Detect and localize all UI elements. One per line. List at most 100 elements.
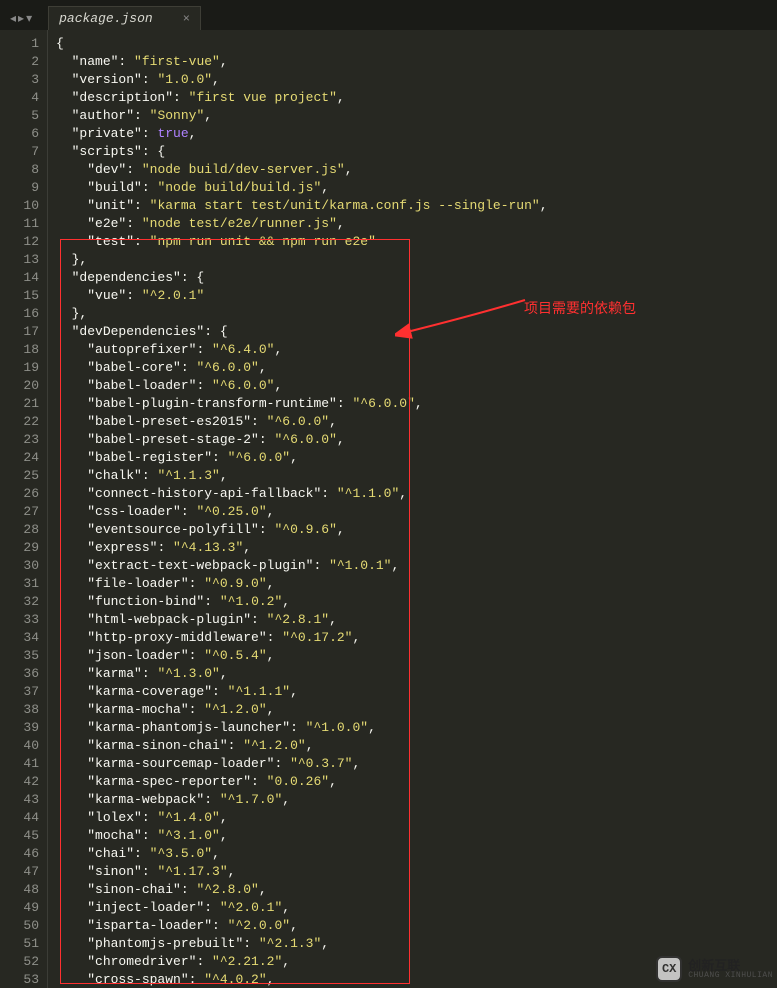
line-number: 31 [0,575,39,593]
line-number: 41 [0,755,39,773]
code-line[interactable]: "vue": "^2.0.1" [56,287,548,305]
watermark-cn: 创新互联 [688,959,773,972]
code-line[interactable]: "isparta-loader": "^2.0.0", [56,917,548,935]
nav-down-icon[interactable]: ▾ [26,11,32,26]
code-line[interactable]: "e2e": "node test/e2e/runner.js", [56,215,548,233]
code-line[interactable]: "author": "Sonny", [56,107,548,125]
code-line[interactable]: "inject-loader": "^2.0.1", [56,899,548,917]
line-number: 27 [0,503,39,521]
code-line[interactable]: { [56,35,548,53]
code-line[interactable]: "chalk": "^1.1.3", [56,467,548,485]
code-line[interactable]: "mocha": "^3.1.0", [56,827,548,845]
line-number: 3 [0,71,39,89]
code-line[interactable]: "karma-mocha": "^1.2.0", [56,701,548,719]
line-number: 28 [0,521,39,539]
nav-forward-icon[interactable]: ▸ [18,11,24,26]
tab-title: package.json [59,11,153,26]
code-line[interactable]: "babel-core": "^6.0.0", [56,359,548,377]
code-line[interactable]: "connect-history-api-fallback": "^1.1.0"… [56,485,548,503]
code-line[interactable]: "test": "npm run unit && npm run e2e" [56,233,548,251]
code-line[interactable]: "karma-coverage": "^1.1.1", [56,683,548,701]
code-area[interactable]: { "name": "first-vue", "version": "1.0.0… [48,30,548,988]
line-number: 35 [0,647,39,665]
code-line[interactable]: "karma": "^1.3.0", [56,665,548,683]
code-line[interactable]: "karma-sinon-chai": "^1.2.0", [56,737,548,755]
code-line[interactable]: "babel-register": "^6.0.0", [56,449,548,467]
code-line[interactable]: }, [56,251,548,269]
line-number: 53 [0,971,39,988]
code-line[interactable]: "html-webpack-plugin": "^2.8.1", [56,611,548,629]
line-number: 19 [0,359,39,377]
code-line[interactable]: "dependencies": { [56,269,548,287]
nav-arrows: ◂ ▸ ▾ [4,11,38,26]
code-line[interactable]: "name": "first-vue", [56,53,548,71]
line-number: 33 [0,611,39,629]
code-line[interactable]: "cross-spawn": "^4.0.2", [56,971,548,988]
code-line[interactable]: "babel-plugin-transform-runtime": "^6.0.… [56,395,548,413]
line-number: 49 [0,899,39,917]
code-line[interactable]: "sinon-chai": "^2.8.0", [56,881,548,899]
line-number: 10 [0,197,39,215]
code-line[interactable]: }, [56,305,548,323]
line-number: 29 [0,539,39,557]
code-line[interactable]: "function-bind": "^1.0.2", [56,593,548,611]
code-line[interactable]: "scripts": { [56,143,548,161]
line-number: 42 [0,773,39,791]
line-number: 14 [0,269,39,287]
code-line[interactable]: "extract-text-webpack-plugin": "^1.0.1", [56,557,548,575]
code-line[interactable]: "karma-webpack": "^1.7.0", [56,791,548,809]
code-line[interactable]: "karma-sourcemap-loader": "^0.3.7", [56,755,548,773]
line-number: 51 [0,935,39,953]
line-number: 6 [0,125,39,143]
line-number: 7 [0,143,39,161]
line-number: 15 [0,287,39,305]
line-number: 11 [0,215,39,233]
code-line[interactable]: "chromedriver": "^2.21.2", [56,953,548,971]
code-line[interactable]: "babel-loader": "^6.0.0", [56,377,548,395]
code-line[interactable]: "build": "node build/build.js", [56,179,548,197]
line-number: 50 [0,917,39,935]
line-number: 37 [0,683,39,701]
nav-back-icon[interactable]: ◂ [10,11,16,26]
code-line[interactable]: "private": true, [56,125,548,143]
line-number: 44 [0,809,39,827]
line-number: 36 [0,665,39,683]
line-number: 4 [0,89,39,107]
line-number: 38 [0,701,39,719]
line-number: 39 [0,719,39,737]
line-number: 43 [0,791,39,809]
line-number: 2 [0,53,39,71]
line-number: 47 [0,863,39,881]
code-line[interactable]: "karma-phantomjs-launcher": "^1.0.0", [56,719,548,737]
code-line[interactable]: "karma-spec-reporter": "0.0.26", [56,773,548,791]
code-line[interactable]: "devDependencies": { [56,323,548,341]
code-line[interactable]: "unit": "karma start test/unit/karma.con… [56,197,548,215]
line-number: 8 [0,161,39,179]
line-number: 13 [0,251,39,269]
code-line[interactable]: "lolex": "^1.4.0", [56,809,548,827]
tab-package-json[interactable]: package.json × [48,6,201,30]
close-icon[interactable]: × [183,12,190,26]
editor[interactable]: 1234567891011121314151617181920212223242… [0,30,777,988]
line-number: 34 [0,629,39,647]
code-line[interactable]: "chai": "^3.5.0", [56,845,548,863]
code-line[interactable]: "babel-preset-stage-2": "^6.0.0", [56,431,548,449]
code-line[interactable]: "babel-preset-es2015": "^6.0.0", [56,413,548,431]
code-line[interactable]: "css-loader": "^0.25.0", [56,503,548,521]
annotation-text: 项目需要的依赖包 [524,298,636,318]
code-line[interactable]: "description": "first vue project", [56,89,548,107]
code-line[interactable]: "file-loader": "^0.9.0", [56,575,548,593]
line-number: 21 [0,395,39,413]
code-line[interactable]: "autoprefixer": "^6.4.0", [56,341,548,359]
code-line[interactable]: "phantomjs-prebuilt": "^2.1.3", [56,935,548,953]
code-line[interactable]: "express": "^4.13.3", [56,539,548,557]
watermark: CX 创新互联 CHUANG XINHULIAN [656,956,773,982]
code-line[interactable]: "dev": "node build/dev-server.js", [56,161,548,179]
line-number: 24 [0,449,39,467]
code-line[interactable]: "eventsource-polyfill": "^0.9.6", [56,521,548,539]
code-line[interactable]: "json-loader": "^0.5.4", [56,647,548,665]
code-line[interactable]: "sinon": "^1.17.3", [56,863,548,881]
code-line[interactable]: "http-proxy-middleware": "^0.17.2", [56,629,548,647]
code-line[interactable]: "version": "1.0.0", [56,71,548,89]
line-number: 1 [0,35,39,53]
